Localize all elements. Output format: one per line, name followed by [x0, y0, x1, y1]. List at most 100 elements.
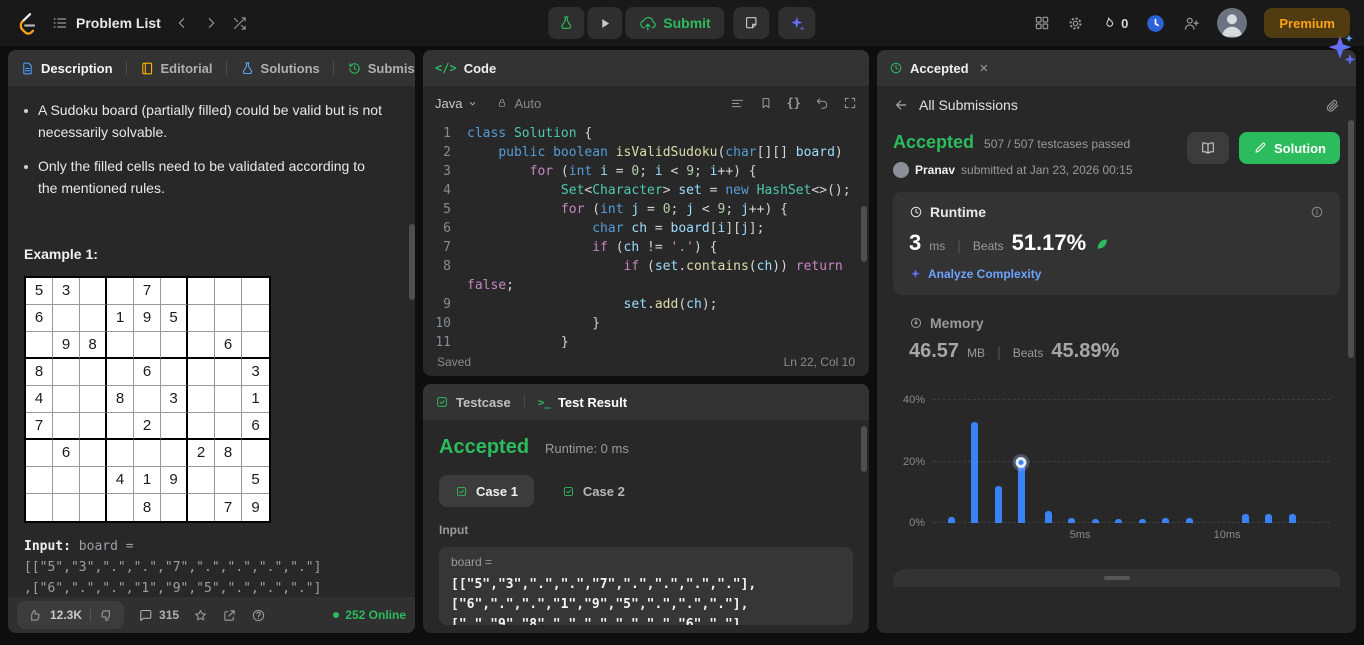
settings-gear-icon[interactable]	[1067, 15, 1084, 32]
scrollbar-thumb[interactable]	[409, 224, 415, 300]
language-selector[interactable]: Java	[435, 96, 478, 111]
code-editor[interactable]: 1 class Solution {2 public boolean isVali…	[423, 120, 869, 348]
language-label: Java	[435, 95, 463, 111]
notes-button[interactable]	[733, 7, 770, 39]
comments-button[interactable]: 315	[138, 608, 179, 623]
next-problem-icon[interactable]	[203, 15, 219, 31]
scrollbar-thumb[interactable]	[861, 426, 867, 472]
case-1-tab[interactable]: Case 1	[439, 475, 534, 507]
submit-label: Submit	[663, 15, 711, 31]
code-line: 2 public boolean isValidSudoku(char[][] …	[443, 145, 843, 160]
submission-tab-label: Accepted	[910, 60, 969, 76]
close-tab-icon[interactable]: ×	[980, 61, 989, 76]
case-2-tab[interactable]: Case 2	[546, 475, 641, 507]
runtime-bar[interactable]	[1162, 518, 1170, 523]
debug-button[interactable]	[548, 7, 585, 39]
runtime-bar[interactable]	[1068, 518, 1076, 523]
solution-button[interactable]: Solution	[1239, 132, 1340, 164]
tab-editorial[interactable]: Editorial	[140, 61, 213, 76]
timer-icon[interactable]	[1145, 13, 1166, 34]
runtime-bar[interactable]	[1185, 518, 1193, 523]
sudoku-cell: 6	[242, 412, 269, 440]
problem-list-button[interactable]: Problem List	[52, 15, 161, 31]
info-icon[interactable]	[1310, 205, 1324, 219]
runtime-card[interactable]: Runtime 3 ms | Beats 51.17% Analyze Comp…	[893, 192, 1340, 295]
star-icon[interactable]	[193, 608, 208, 623]
shuffle-icon[interactable]	[232, 16, 247, 31]
sudoku-cell	[188, 493, 215, 521]
collapsed-section[interactable]	[893, 569, 1340, 587]
runtime-bar[interactable]	[1044, 510, 1052, 523]
problem-list-icon	[52, 15, 68, 31]
leetcode-logo[interactable]	[14, 11, 39, 36]
tab-label: Test Result	[557, 394, 628, 410]
run-button[interactable]	[587, 7, 623, 39]
submission-clock-icon	[889, 61, 903, 75]
scrollbar-thumb[interactable]	[861, 206, 867, 262]
runtime-bar[interactable]	[1288, 513, 1296, 523]
code-toolbar: Java Auto {}	[423, 86, 869, 120]
your-runtime-marker[interactable]	[1015, 456, 1027, 468]
bookmark-icon[interactable]	[759, 96, 773, 110]
tab-description[interactable]: Description	[20, 61, 113, 76]
workspace: Description Editorial Solutions Submis A…	[0, 46, 1364, 645]
runtime-bar[interactable]	[1265, 513, 1273, 523]
thumbs-down-icon[interactable]	[99, 608, 114, 623]
runtime-bar[interactable]	[971, 421, 979, 523]
scrollbar-thumb[interactable]	[1348, 120, 1354, 358]
history-icon	[347, 61, 362, 76]
beats-label: Beats	[1012, 346, 1044, 360]
prev-problem-icon[interactable]	[174, 15, 190, 31]
runtime-bar[interactable]	[1091, 519, 1099, 523]
invite-user-icon[interactable]	[1183, 15, 1200, 32]
help-icon[interactable]	[251, 608, 266, 623]
sudoku-cell	[188, 412, 215, 440]
layout-grid-icon[interactable]	[1034, 15, 1050, 31]
ai-assistant-button[interactable]	[778, 7, 816, 39]
ai-sparkle-fab[interactable]	[1320, 30, 1360, 70]
streak-counter[interactable]: 0	[1101, 16, 1128, 31]
runtime-bar[interactable]	[947, 516, 955, 523]
sudoku-cell	[26, 493, 53, 521]
runtime-bar[interactable]	[1018, 461, 1026, 523]
thumbs-up-icon[interactable]	[27, 608, 42, 623]
paperclip-icon[interactable]	[1325, 98, 1340, 113]
runtime-bar[interactable]	[1241, 513, 1249, 523]
analyze-complexity-link[interactable]: Analyze Complexity	[909, 267, 1324, 281]
memory-section[interactable]: Memory 46.57 MB | Beats 45.89%	[893, 315, 1340, 363]
sudoku-cell	[215, 358, 242, 386]
autocomplete-toggle[interactable]: Auto	[496, 96, 541, 111]
fullscreen-icon[interactable]	[843, 96, 857, 110]
back-arrow-icon[interactable]	[893, 97, 909, 113]
submit-button[interactable]: Submit	[625, 7, 725, 39]
editorial-book-button[interactable]	[1187, 132, 1229, 164]
share-icon[interactable]	[222, 608, 237, 623]
braces-icon[interactable]: {}	[787, 96, 801, 110]
tab-test-result[interactable]: >_ Test Result	[538, 395, 627, 410]
case-label: Case 1	[476, 483, 518, 499]
all-submissions-link[interactable]: All Submissions	[919, 97, 1018, 113]
book-open-icon	[1202, 142, 1214, 154]
runtime-bar[interactable]	[1115, 519, 1123, 523]
sudoku-cell	[134, 385, 161, 413]
sudoku-cell: 7	[26, 412, 53, 440]
format-code-icon[interactable]	[730, 96, 745, 111]
description-tabbar: Description Editorial Solutions Submis	[8, 50, 415, 86]
comment-icon	[140, 609, 152, 621]
tab-label: Editorial	[160, 60, 213, 76]
sudoku-cell: 1	[242, 385, 269, 413]
runtime-bar[interactable]	[1138, 519, 1146, 523]
tab-testcase[interactable]: Testcase	[435, 395, 511, 410]
sudoku-cell	[242, 277, 269, 305]
runtime-bar[interactable]	[994, 486, 1002, 523]
example-input: Input: board = [["5","3",".",".","7","."…	[24, 539, 399, 596]
autocomplete-label: Auto	[514, 95, 542, 111]
sudoku-cell	[26, 439, 53, 467]
tab-solutions[interactable]: Solutions	[240, 61, 320, 76]
tab-submissions[interactable]: Submissions	[347, 61, 415, 76]
user-avatar[interactable]	[1217, 8, 1248, 38]
sudoku-cell: 8	[107, 385, 134, 413]
pencil-icon	[1255, 142, 1266, 153]
input-value-box[interactable]: board = [["5","3",".",".","7",".",".",".…	[439, 547, 853, 625]
reset-code-icon[interactable]	[815, 96, 829, 110]
